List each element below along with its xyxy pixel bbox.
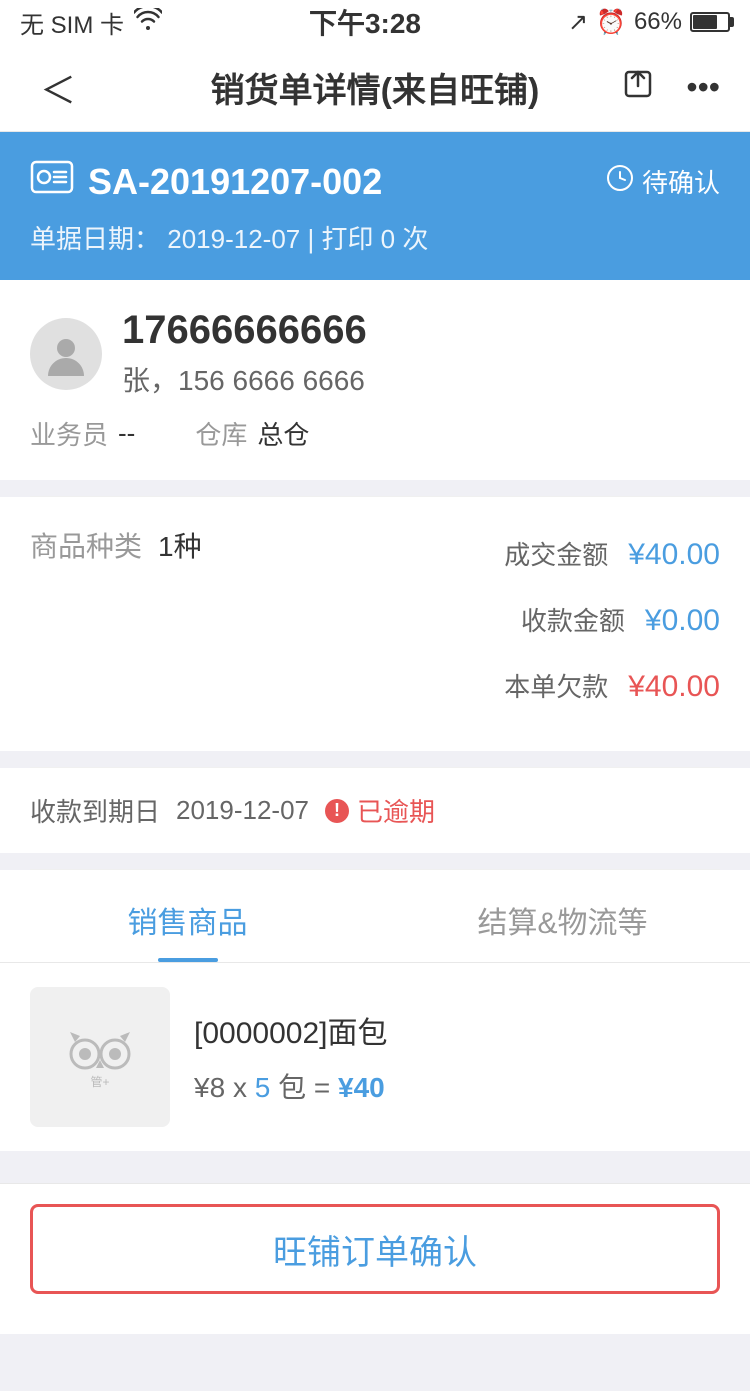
product-info: [0000002]面包 ¥8 x 5 包 = ¥40	[194, 1008, 720, 1106]
more-button[interactable]: •••	[686, 69, 720, 106]
order-icon	[30, 160, 74, 203]
status-bar-time: 下午3:28	[309, 2, 421, 42]
page-title: 销货单详情(来自旺铺)	[211, 63, 540, 112]
amount-row-3: 本单欠款 ¥40.00	[504, 657, 720, 717]
order-date: 单据日期： 2019-12-07 | 打印 0 次	[30, 219, 720, 256]
order-header: SA-20191207-002 待确认 单据日期： 2019-12-07 | 打…	[0, 132, 750, 280]
wifi-icon	[134, 8, 162, 37]
battery-label: 66%	[634, 8, 682, 36]
customer-info: 17666666666 张，156 6666 6666	[122, 308, 367, 399]
svg-text:管+: 管+	[90, 1074, 109, 1089]
amount-row-1: 成交金额 ¥40.00	[504, 525, 720, 585]
order-id-text: SA-20191207-002	[88, 161, 382, 203]
customer-phone: 17666666666	[122, 308, 367, 353]
confirm-order-button[interactable]: 旺铺订单确认	[30, 1204, 720, 1294]
status-bar: 无 SIM 卡 下午3:28 ↗ ⏰ 66%	[0, 0, 750, 44]
nav-actions: •••	[620, 66, 720, 110]
alarm-icon: ⏰	[596, 8, 626, 37]
overdue-icon: !	[325, 799, 349, 823]
sales-person: 业务员 --	[30, 415, 135, 452]
customer-meta: 业务员 -- 仓库 总仓	[30, 415, 720, 452]
location-icon: ↗	[568, 8, 588, 37]
customer-card: 17666666666 张，156 6666 6666 业务员 -- 仓库 总仓	[0, 280, 750, 480]
carrier-label: 无 SIM 卡	[20, 5, 124, 40]
clock-icon	[606, 164, 634, 199]
status-bar-right: ↗ ⏰ 66%	[568, 8, 730, 37]
order-status: 待确认	[606, 163, 720, 200]
battery-icon	[690, 12, 730, 32]
product-item: 管+ [0000002]面包 ¥8 x 5 包 = ¥40	[30, 987, 720, 1127]
tab-settlement[interactable]: 结算&物流等	[375, 870, 750, 962]
product-type: 商品种类 1种	[30, 525, 202, 565]
summary-card: 商品种类 1种 成交金额 ¥40.00 收款金额 ¥0.00 本单欠款 ¥40.…	[0, 497, 750, 751]
tabs-header: 销售商品 结算&物流等	[0, 870, 750, 963]
tab-sales-products[interactable]: 销售商品	[0, 870, 375, 962]
order-id: SA-20191207-002	[30, 160, 382, 203]
due-date-label: 收款到期日	[30, 792, 160, 829]
tabs-section: 销售商品 结算&物流等 管+	[0, 870, 750, 1151]
bottom-bar: 旺铺订单确认	[0, 1183, 750, 1334]
amount-summary: 成交金额 ¥40.00 收款金额 ¥0.00 本单欠款 ¥40.00	[504, 525, 720, 723]
avatar	[30, 318, 102, 390]
back-button[interactable]: ＜	[30, 52, 86, 124]
nav-bar: ＜ 销货单详情(来自旺铺) •••	[0, 44, 750, 132]
overdue-badge: ! 已逾期	[325, 792, 435, 829]
amount-row-2: 收款金额 ¥0.00	[504, 591, 720, 651]
customer-name: 张，156 6666 6666	[122, 359, 367, 399]
status-text: 待确认	[642, 163, 720, 200]
due-date-value: 2019-12-07	[176, 795, 309, 826]
product-list: 管+ [0000002]面包 ¥8 x 5 包 = ¥40	[0, 963, 750, 1151]
overdue-text: 已逾期	[357, 792, 435, 829]
due-date-card: 收款到期日 2019-12-07 ! 已逾期	[0, 768, 750, 853]
product-name: [0000002]面包	[194, 1008, 720, 1052]
status-bar-left: 无 SIM 卡	[20, 5, 162, 40]
warehouse: 仓库 总仓	[195, 415, 309, 452]
product-image: 管+	[30, 987, 170, 1127]
share-button[interactable]	[620, 66, 656, 110]
product-price-line: ¥8 x 5 包 = ¥40	[194, 1066, 720, 1106]
